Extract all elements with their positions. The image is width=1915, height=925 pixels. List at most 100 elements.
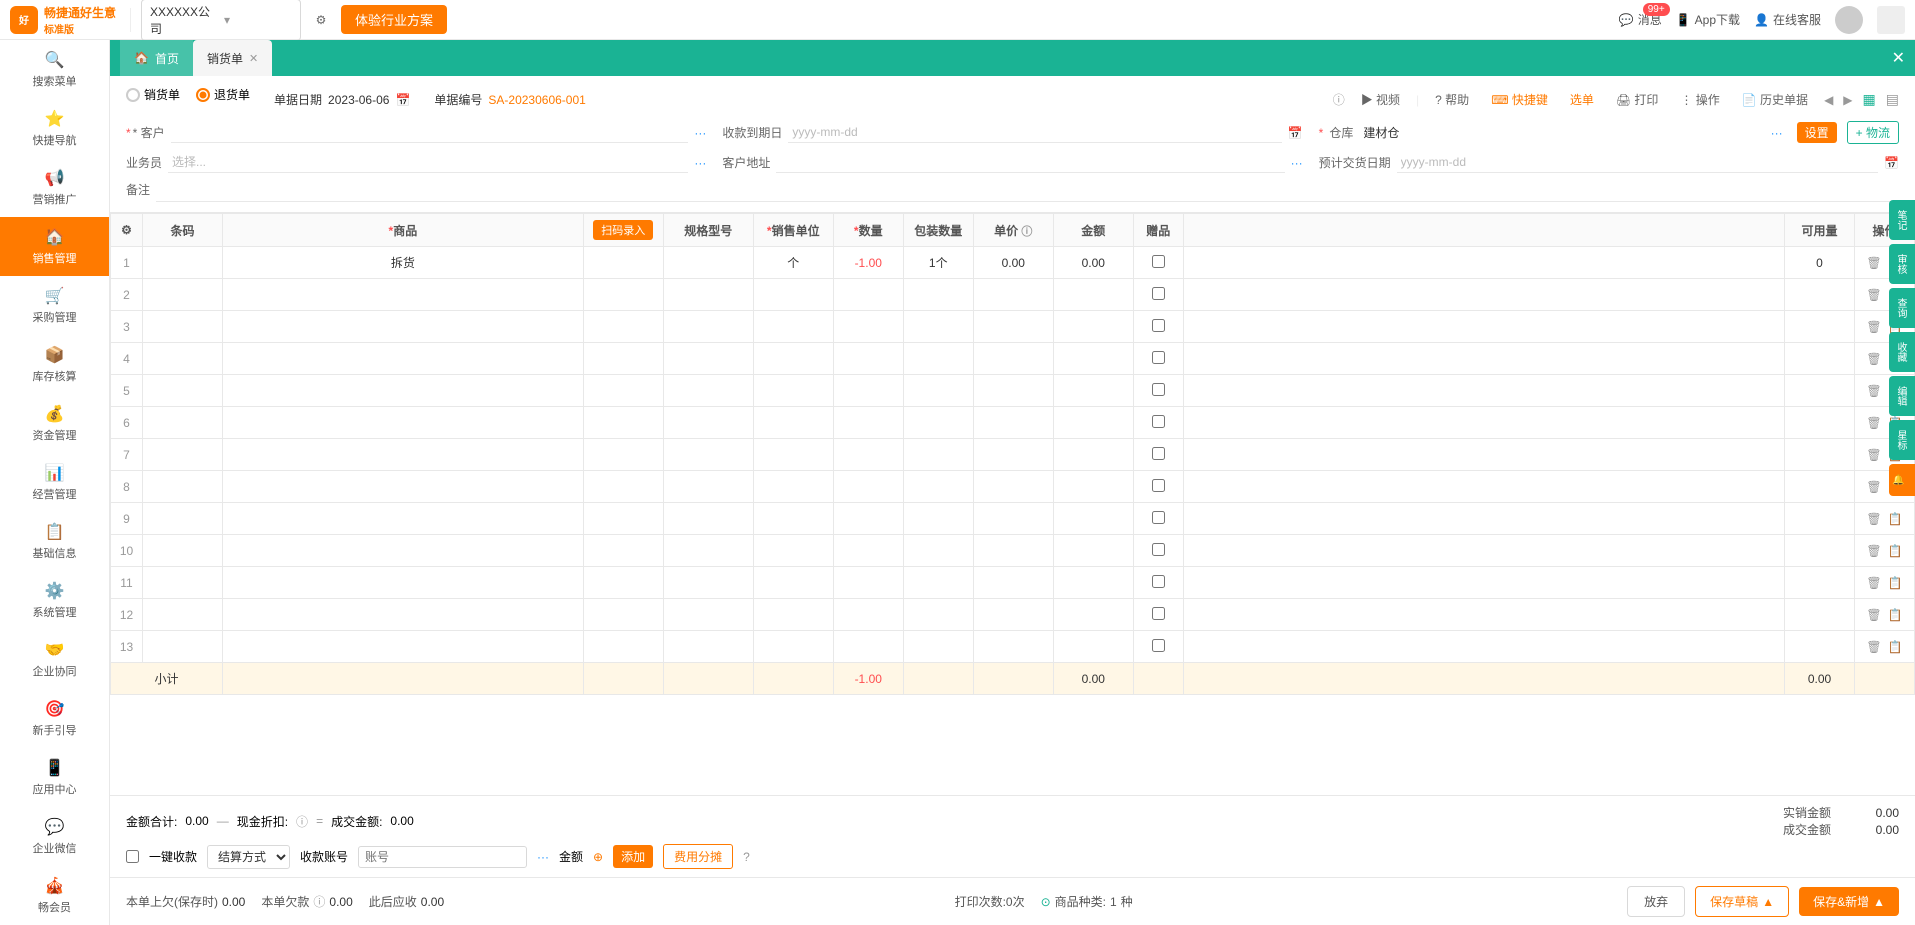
delete-icon[interactable]: 🗑 — [1866, 416, 1881, 430]
scan-button[interactable]: 扫码录入 — [593, 220, 653, 240]
gift-checkbox[interactable] — [1152, 575, 1165, 588]
tab-close-icon[interactable]: ✕ — [249, 52, 258, 65]
remarks-input[interactable] — [156, 181, 1899, 202]
gift-checkbox[interactable] — [1152, 415, 1165, 428]
gift-checkbox[interactable] — [1152, 383, 1165, 396]
delete-icon[interactable]: 🗑 — [1866, 544, 1881, 558]
gift-checkbox[interactable] — [1152, 479, 1165, 492]
rfp-star-btn[interactable]: 星标 — [1889, 420, 1915, 460]
gift-checkbox[interactable] — [1152, 447, 1165, 460]
abandon-button[interactable]: 放弃 — [1627, 886, 1685, 917]
rfp-orange-btn[interactable]: 🔔 — [1889, 464, 1915, 496]
toolbar-view2-icon[interactable]: ▤ — [1886, 91, 1899, 108]
trial-button[interactable]: 体验行业方案 — [341, 5, 447, 34]
toolbar-print-btn[interactable]: 🖨 打印 — [1610, 89, 1665, 110]
gift-checkbox[interactable] — [1152, 639, 1165, 652]
sidebar-item-purchase[interactable]: 🛒 采购管理 — [0, 276, 109, 335]
calendar-icon[interactable]: 📅 — [395, 93, 410, 107]
delete-icon[interactable]: 🗑 — [1866, 576, 1881, 590]
payment-dots-icon[interactable]: ··· — [537, 850, 549, 864]
gift-checkbox-1[interactable] — [1152, 255, 1165, 268]
delete-icon[interactable]: 🗑 — [1866, 448, 1881, 462]
row-quantity-1[interactable]: -1.00 — [833, 247, 903, 279]
customer-dots-icon[interactable]: ··· — [694, 126, 706, 140]
copy-icon[interactable]: 📋 — [1888, 640, 1903, 654]
sidebar-item-inventory[interactable]: 📦 库存核算 — [0, 335, 109, 394]
add-payment-btn[interactable]: 添加 — [613, 845, 653, 868]
delete-icon[interactable]: 🗑 — [1866, 480, 1881, 494]
tab-sales-order[interactable]: 销货单 ✕ — [193, 40, 272, 76]
delete-icon-1[interactable]: 🗑 — [1866, 256, 1881, 270]
salesperson-input[interactable] — [168, 152, 688, 173]
tab-home[interactable]: 🏠 首页 — [120, 40, 193, 76]
sidebar-item-marketing[interactable]: 📢 营销推广 — [0, 158, 109, 217]
sidebar-item-appstore[interactable]: 📱 应用中心 — [0, 748, 109, 807]
sidebar-item-guide[interactable]: 🎯 新手引导 — [0, 689, 109, 748]
payment-date-input[interactable] — [788, 122, 1281, 143]
sidebar-item-search[interactable]: 🔍 搜索菜单 — [0, 40, 109, 99]
toolbar-prev-icon[interactable]: ◀ — [1824, 93, 1833, 107]
sidebar-item-quick-nav[interactable]: ⭐ 快捷导航 — [0, 99, 109, 158]
warehouse-dots-icon[interactable]: ··· — [1771, 126, 1783, 140]
sidebar-item-system[interactable]: ⚙️ 系统管理 — [0, 571, 109, 630]
toolbar-shortcut-btn[interactable]: ⌨ 快捷键 — [1485, 89, 1554, 110]
rfp-note-btn[interactable]: 笔记 — [1889, 200, 1915, 240]
delete-icon[interactable]: 🗑 — [1866, 640, 1881, 654]
save-new-button[interactable]: 保存&新增 ▲ — [1799, 887, 1899, 916]
message-button[interactable]: 💬 消息 99+ — [1619, 11, 1662, 28]
sidebar-item-wechat[interactable]: 💬 企业微信 — [0, 807, 109, 866]
one-click-checkbox[interactable] — [126, 850, 139, 863]
gift-checkbox[interactable] — [1152, 607, 1165, 620]
row-unit-price-1[interactable]: 0.00 — [973, 247, 1053, 279]
rfp-edit-btn[interactable]: 编辑 — [1889, 376, 1915, 416]
gift-checkbox[interactable] — [1152, 351, 1165, 364]
copy-icon[interactable]: 📋 — [1888, 576, 1903, 590]
row-barcode-1[interactable] — [143, 247, 223, 279]
copy-icon[interactable]: 📋 — [1888, 608, 1903, 622]
delete-icon[interactable]: 🗑 — [1866, 384, 1881, 398]
discount-info-icon[interactable]: ⓘ — [296, 813, 308, 830]
toolbar-help-btn[interactable]: ? 帮助 — [1429, 89, 1475, 110]
payment-account-input[interactable] — [358, 846, 527, 868]
toolbar-view1-icon[interactable]: ▦ — [1863, 91, 1876, 108]
copy-icon[interactable]: 📋 — [1888, 544, 1903, 558]
row-product-1[interactable]: 拆货 — [223, 247, 584, 279]
rfp-query-btn[interactable]: 查询 — [1889, 288, 1915, 328]
delete-icon[interactable]: 🗑 — [1866, 288, 1881, 302]
app-download-button[interactable]: 📱 App下载 — [1676, 11, 1740, 28]
row-spec-1[interactable] — [663, 247, 753, 279]
avatar[interactable] — [1835, 6, 1863, 34]
close-all-tabs-icon[interactable]: ✕ — [1892, 48, 1905, 68]
delete-icon[interactable]: 🗑 — [1866, 352, 1881, 366]
customer-input[interactable] — [171, 122, 689, 143]
unit-price-info-icon[interactable]: ⓘ — [1021, 226, 1032, 238]
radio-sales[interactable]: 销货单 — [126, 86, 180, 103]
customer-address-input[interactable] — [776, 152, 1284, 173]
logistics-btn[interactable]: + 物流 — [1847, 121, 1899, 144]
gift-checkbox[interactable] — [1152, 511, 1165, 524]
toolbar-select-btn[interactable]: 选单 — [1564, 89, 1600, 110]
delete-icon[interactable]: 🗑 — [1866, 320, 1881, 334]
sidebar-item-operations[interactable]: 📊 经营管理 — [0, 453, 109, 512]
toolbar-ops-btn[interactable]: ⋮ 操作 — [1674, 89, 1725, 110]
online-service-button[interactable]: 👤 在线客服 — [1754, 11, 1821, 28]
row-pack-qty-1[interactable]: 1个 — [903, 247, 973, 279]
settings-btn[interactable]: 设置 — [1797, 122, 1837, 143]
toolbar-next-icon[interactable]: ▶ — [1843, 93, 1852, 107]
row-note-1[interactable] — [1183, 247, 1784, 279]
rfp-audit-btn[interactable]: 审核 — [1889, 244, 1915, 284]
rfp-favorite-btn[interactable]: 收藏 — [1889, 332, 1915, 372]
arrears-info-icon[interactable]: ⓘ — [313, 893, 325, 910]
th-scan[interactable]: 扫码录入 — [583, 214, 663, 247]
row-gift-1[interactable] — [1133, 247, 1183, 279]
sidebar-item-sales[interactable]: 🏠 销售管理 — [0, 217, 109, 276]
gift-checkbox[interactable] — [1152, 543, 1165, 556]
delivery-date-input[interactable] — [1397, 152, 1878, 173]
company-selector[interactable]: XXXXXX公司 ▾ — [141, 0, 301, 41]
delete-icon[interactable]: 🗑 — [1866, 512, 1881, 526]
th-settings[interactable]: ⚙ — [111, 214, 143, 247]
sidebar-item-base[interactable]: 📋 基础信息 — [0, 512, 109, 571]
delete-icon[interactable]: 🗑 — [1866, 608, 1881, 622]
gift-checkbox[interactable] — [1152, 319, 1165, 332]
settings-icon[interactable]: ⚙ — [307, 6, 335, 34]
